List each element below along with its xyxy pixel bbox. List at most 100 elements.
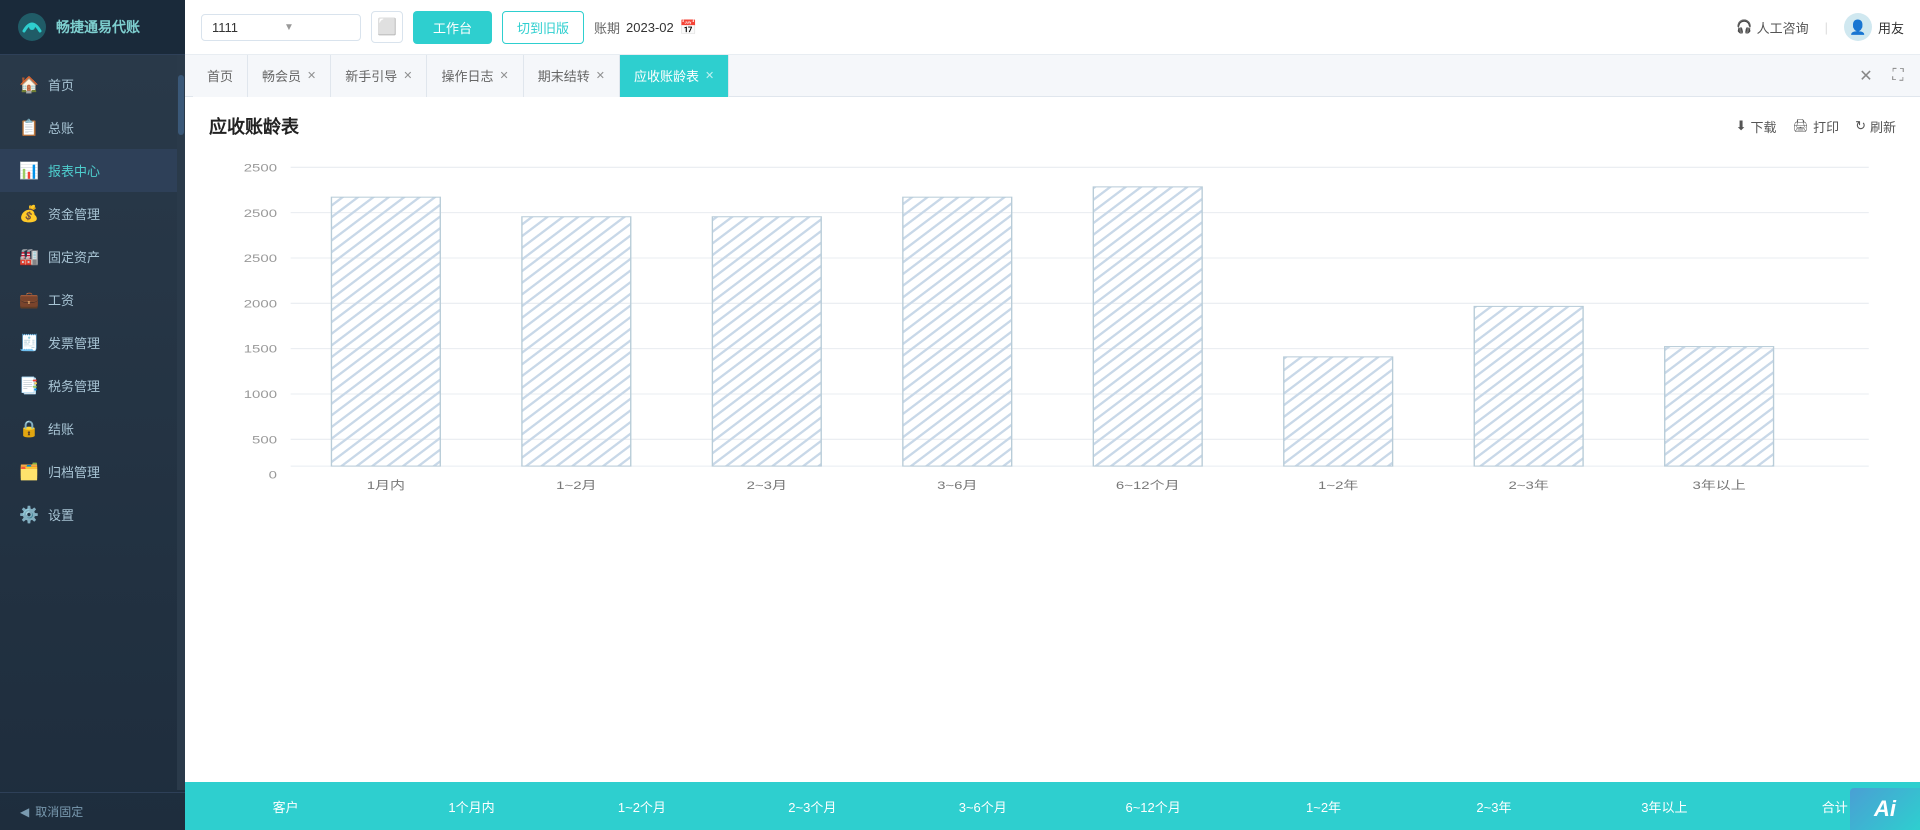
print-label: 打印	[1813, 117, 1839, 136]
company-name: 1111	[212, 20, 278, 35]
svg-text:2000: 2000	[244, 297, 277, 310]
sidebar-item-close[interactable]: 🔒 结账	[0, 407, 185, 450]
table-header: 客户1个月内1~2个月2~3个月3~6个月6~12个月1~2年2~3年3年以上合…	[185, 782, 1920, 830]
bar-6-12-month	[1093, 187, 1202, 466]
sidebar-item-asset[interactable]: 🏭 固定资产	[0, 235, 185, 278]
bar-chart: 2500 2500 2500 2000 1500 1000 500 0	[209, 157, 1896, 497]
print-icon: 🖨	[1793, 118, 1810, 134]
home-icon: 🏠	[20, 76, 38, 94]
tax-icon: 📑	[20, 377, 38, 395]
svg-text:2~3年: 2~3年	[1508, 479, 1548, 492]
nav-label-payroll: 工资	[48, 290, 74, 309]
nav-label-home: 首页	[48, 75, 74, 94]
page-header: 应收账龄表 ⬇ 下载 🖨 打印 ↻ 刷新	[185, 97, 1920, 147]
svg-text:500: 500	[252, 433, 277, 446]
avatar: 👤	[1844, 13, 1872, 41]
svg-text:3~6月: 3~6月	[937, 479, 977, 492]
svg-text:2~3月: 2~3月	[747, 479, 787, 492]
sidebar-item-settings[interactable]: ⚙️ 设置	[0, 493, 185, 536]
sidebar-scroll	[177, 55, 185, 790]
tab-close-ar_aging[interactable]: ✕	[705, 69, 714, 82]
print-btn[interactable]: 🖨 打印	[1793, 117, 1840, 136]
service-label: 人工咨询	[1757, 18, 1809, 37]
pin-icon: ◀	[20, 805, 29, 819]
nav-label-ledger: 总账	[48, 118, 74, 137]
ledger-icon: 📋	[20, 119, 38, 137]
tab-close-oplog[interactable]: ✕	[500, 69, 509, 82]
svg-text:1月内: 1月内	[367, 479, 405, 492]
close-all-tabs-btn[interactable]: ✕	[1852, 62, 1880, 90]
nav-label-report: 报表中心	[48, 161, 100, 180]
refresh-label: 刷新	[1870, 117, 1896, 136]
company-select[interactable]: 1111 ▼	[201, 14, 361, 41]
sidebar-item-fund[interactable]: 💰 资金管理	[0, 192, 185, 235]
app-name: 畅捷通易代账	[56, 17, 140, 37]
svg-text:2500: 2500	[244, 161, 277, 174]
nav-label-archive: 归档管理	[48, 462, 100, 481]
ai-badge[interactable]: Ai	[1850, 788, 1920, 830]
sidebar-item-payroll[interactable]: 💼 工资	[0, 278, 185, 321]
tab-home[interactable]: 首页	[193, 55, 248, 97]
tabbar: 首页畅会员✕新手引导✕操作日志✕期末结转✕应收账龄表✕ ✕ ⛶	[185, 55, 1920, 97]
period-info: 账期 2023-02 📅	[594, 18, 697, 37]
download-icon: ⬇	[1736, 118, 1747, 134]
table-col-8: 3年以上	[1579, 797, 1749, 816]
tab-close-period_close[interactable]: ✕	[596, 69, 605, 82]
sidebar-item-ledger[interactable]: 📋 总账	[0, 106, 185, 149]
calendar-icon[interactable]: 📅	[680, 19, 697, 36]
tab-label-home: 首页	[207, 66, 233, 85]
sidebar-item-archive[interactable]: 🗂️ 归档管理	[0, 450, 185, 493]
sidebar-item-invoice[interactable]: 🧾 发票管理	[0, 321, 185, 364]
svg-text:2500: 2500	[244, 252, 277, 265]
expand-tabs-btn[interactable]: ⛶	[1884, 62, 1912, 90]
svg-text:0: 0	[269, 468, 277, 481]
divider: |	[1825, 20, 1828, 35]
refresh-btn[interactable]: ↻ 刷新	[1855, 117, 1896, 136]
sidebar-item-home[interactable]: 🏠 首页	[0, 63, 185, 106]
period-label: 账期	[594, 18, 620, 37]
table-col-4: 3~6个月	[898, 797, 1068, 816]
download-btn[interactable]: ⬇ 下载	[1736, 117, 1777, 136]
bar-1-2-month	[522, 217, 631, 466]
sidebar-item-tax[interactable]: 📑 税务管理	[0, 364, 185, 407]
tab-label-member: 畅会员	[262, 66, 301, 85]
avatar-icon: 👤	[1849, 19, 1866, 36]
page-actions: ⬇ 下载 🖨 打印 ↻ 刷新	[1736, 117, 1896, 136]
tab-oplog[interactable]: 操作日志✕	[427, 55, 523, 97]
refresh-icon: ↻	[1855, 118, 1866, 134]
table-col-0: 客户	[185, 797, 386, 816]
content-area: 应收账龄表 ⬇ 下载 🖨 打印 ↻ 刷新	[185, 97, 1920, 830]
tab-close-guide[interactable]: ✕	[403, 69, 412, 82]
svg-text:6~12个月: 6~12个月	[1116, 479, 1180, 492]
tabbar-actions: ✕ ⛶	[1852, 62, 1920, 90]
app-logo-icon	[16, 11, 48, 43]
svg-text:2500: 2500	[244, 207, 277, 220]
asset-icon: 🏭	[20, 248, 38, 266]
main-area: 1111 ▼ ⬜ 工作台 切到旧版 账期 2023-02 📅 🎧 人工咨询 | …	[185, 0, 1920, 830]
period-value: 2023-02	[626, 20, 674, 35]
bar-1-2-year	[1284, 357, 1393, 466]
tab-close-member[interactable]: ✕	[307, 69, 316, 82]
switch-version-btn[interactable]: 切到旧版	[502, 11, 584, 44]
tab-period_close[interactable]: 期末结转✕	[524, 55, 620, 97]
fund-icon: 💰	[20, 205, 38, 223]
copy-icon: ⬜	[377, 17, 397, 37]
sidebar-item-report[interactable]: 📊 报表中心	[0, 149, 185, 192]
download-label: 下载	[1751, 117, 1777, 136]
user-name: 用友	[1878, 18, 1904, 37]
tab-label-guide: 新手引导	[345, 66, 397, 85]
report-icon: 📊	[20, 162, 38, 180]
workbench-btn[interactable]: 工作台	[413, 11, 492, 44]
tab-guide[interactable]: 新手引导 ✕	[331, 55, 427, 97]
copy-btn[interactable]: ⬜	[371, 11, 403, 43]
bar-2-3-month	[712, 217, 821, 466]
user-area[interactable]: 👤 用友	[1844, 13, 1904, 41]
bar-3-6-month	[903, 197, 1012, 466]
cancel-fixed-btn[interactable]: ◀ 取消固定	[0, 792, 185, 830]
nav-label-close: 结账	[48, 419, 74, 438]
table-col-2: 1~2个月	[557, 797, 727, 816]
tab-ar_aging[interactable]: 应收账龄表✕	[620, 55, 729, 97]
tab-member[interactable]: 畅会员 ✕	[248, 55, 331, 97]
nav-label-asset: 固定资产	[48, 247, 100, 266]
service-btn[interactable]: 🎧 人工咨询	[1736, 18, 1808, 37]
